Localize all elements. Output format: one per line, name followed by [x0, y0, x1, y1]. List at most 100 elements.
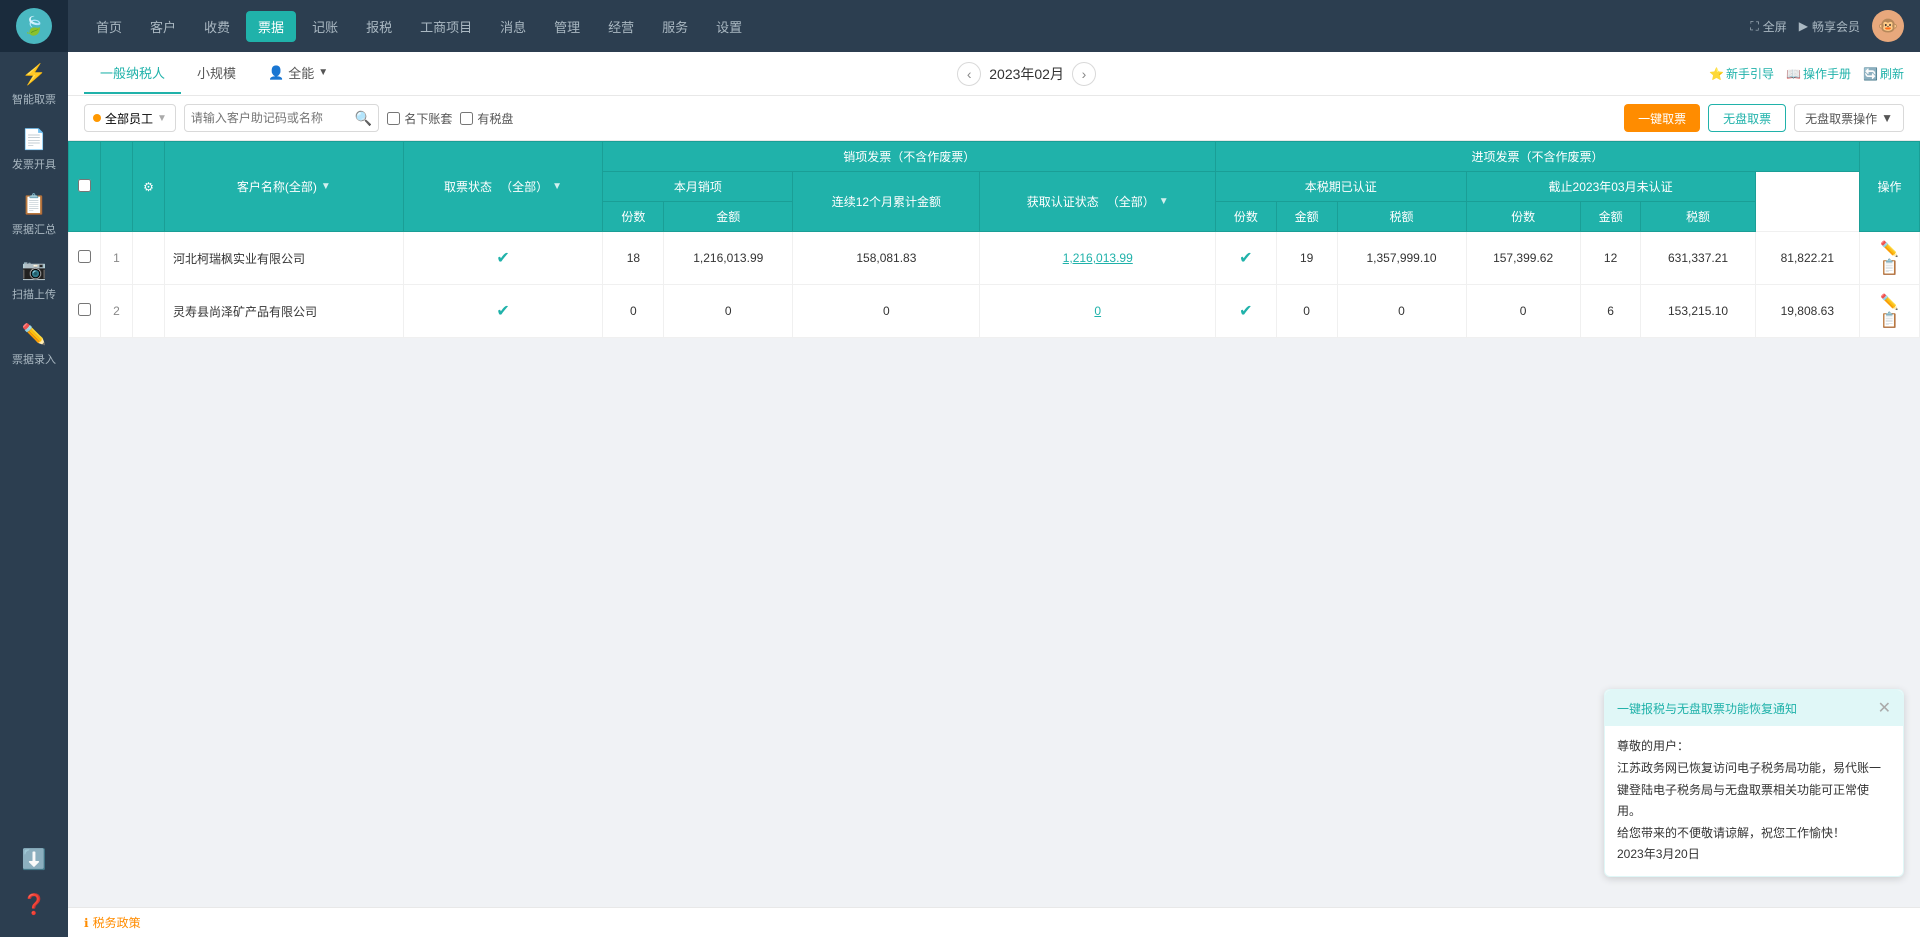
new-guide-button[interactable]: ⭐ 新手引导 — [1709, 65, 1774, 82]
th-customer-name: 客户名称(全部) ▼ — [165, 142, 404, 232]
manual-button[interactable]: 📖 操作手册 — [1786, 65, 1851, 82]
th-p-count1: 份数 — [1215, 202, 1276, 232]
sidebar-item-smart-fetch[interactable]: ⚡ 智能取票 — [0, 52, 68, 117]
next-month-button[interactable]: › — [1072, 62, 1096, 86]
fetch-status-filter-icon[interactable]: ▼ — [552, 181, 562, 192]
one-click-fetch-button[interactable]: 一键取票 — [1624, 104, 1700, 132]
th-cert-status: 获取认证状态（全部） ▼ — [980, 172, 1215, 232]
sidebar-item-issue-invoice[interactable]: 📄 发票开具 — [0, 117, 68, 182]
nav-message[interactable]: 消息 — [488, 11, 538, 42]
copy-icon[interactable]: 📋 — [1880, 259, 1899, 276]
cert-status-filter-icon[interactable]: ▼ — [1159, 196, 1169, 207]
data-entry-icon: ✏️ — [22, 322, 47, 347]
select-all-checkbox[interactable] — [78, 179, 91, 192]
th-checkbox — [69, 142, 101, 232]
row-s-tax: 158,081.83 — [793, 232, 980, 285]
row-p-count2: 12 — [1580, 232, 1641, 285]
row-p-tax2: 19,808.63 — [1755, 285, 1859, 338]
row-p-count1: 19 — [1276, 232, 1337, 285]
th-12months: 连续12个月累计金额 — [793, 172, 980, 232]
table-body: 1 河北柯瑞枫实业有限公司 ✔ 18 1,216,013.99 158,081.… — [69, 232, 1920, 338]
nav-settings[interactable]: 设置 — [704, 11, 754, 42]
no-disk-fetch-button[interactable]: 无盘取票 — [1708, 104, 1786, 132]
prev-month-button[interactable]: ‹ — [957, 62, 981, 86]
search-box: 🔍 — [184, 104, 379, 132]
dot-icon — [93, 114, 101, 122]
scan-upload-icon: 📷 — [22, 257, 47, 282]
member-button[interactable]: ▶ 畅享会员 — [1799, 18, 1860, 35]
nav-service[interactable]: 服务 — [650, 11, 700, 42]
refresh-button[interactable]: 🔄 刷新 — [1863, 65, 1904, 82]
notification-panel: 一键报税与无盘取票功能恢复通知 ✕ 尊敬的用户： 江苏政务网已恢复访问电子税务局… — [1604, 689, 1904, 877]
search-icon[interactable]: 🔍 — [355, 110, 372, 127]
checkbox-tax-disk[interactable]: 有税盘 — [460, 110, 513, 127]
nav-tax[interactable]: 报税 — [354, 11, 404, 42]
table-row: 2 灵寿县尚泽矿产品有限公司 ✔ 0 0 0 0 ✔ 0 0 0 6 153,2… — [69, 285, 1920, 338]
th-p-tax2: 税额 — [1641, 202, 1755, 232]
sidebar-item-label: 发票开具 — [12, 156, 56, 172]
help-icon: ❓ — [22, 892, 47, 917]
row-checkbox[interactable] — [69, 285, 101, 338]
nav-home[interactable]: 首页 — [84, 11, 134, 42]
sidebar-item-help[interactable]: ❓ — [0, 882, 68, 927]
guide-icon: ⭐ — [1709, 67, 1724, 81]
sidebar-item-invoice-summary[interactable]: 📋 票据汇总 — [0, 182, 68, 247]
avatar[interactable]: 🐵 — [1872, 10, 1904, 42]
row-p-amount1: 1,357,999.10 — [1337, 232, 1466, 285]
edit-icon[interactable]: ✏️ — [1880, 241, 1899, 258]
tax-policy-link[interactable]: ℹ 税务政策 — [84, 914, 141, 931]
th-actions: 操作 — [1860, 142, 1920, 232]
row-index: 1 — [101, 232, 133, 285]
notification-close-button[interactable]: ✕ — [1878, 698, 1891, 718]
nav-business[interactable]: 工商项目 — [408, 11, 484, 42]
smart-fetch-icon: ⚡ — [22, 62, 47, 87]
row-checkbox[interactable] — [69, 232, 101, 285]
refresh-icon: 🔄 — [1863, 67, 1878, 81]
nav-operation[interactable]: 经营 — [596, 11, 646, 42]
th-s-count: 份数 — [603, 202, 664, 232]
sidebar-item-download[interactable]: ⬇️ — [0, 837, 68, 882]
row-p-count1: 0 — [1276, 285, 1337, 338]
checkbox-account[interactable]: 名下账套 — [387, 110, 452, 127]
sidebar-item-label: 票据录入 — [12, 351, 56, 367]
row-s-amount: 0 — [664, 285, 793, 338]
row-actions: ✏️ 📋 — [1860, 232, 1920, 285]
sidebar-item-label: 智能取票 — [12, 91, 56, 107]
search-input[interactable] — [191, 111, 351, 125]
nav-bookkeeping[interactable]: 记账 — [300, 11, 350, 42]
no-disk-ops-button[interactable]: 无盘取票操作 ▼ — [1794, 104, 1904, 132]
nav-billing[interactable]: 收费 — [192, 11, 242, 42]
edit-icon[interactable]: ✏️ — [1880, 294, 1899, 311]
toolbar: 全部员工 ▼ 🔍 名下账套 有税盘 一键取票 无盘取票 无盘取票操作 ▼ — [68, 96, 1920, 141]
info-icon: ℹ — [84, 916, 89, 930]
tab-small-scale[interactable]: 小规模 — [181, 53, 252, 94]
fullscreen-button[interactable]: ⛶ 全屏 — [1750, 18, 1786, 35]
notification-body: 尊敬的用户： 江苏政务网已恢复访问电子税务局功能，易代账一键登陆电子税务局与无盘… — [1605, 726, 1903, 876]
th-s-amount: 金额 — [664, 202, 793, 232]
nav-manage[interactable]: 管理 — [542, 11, 592, 42]
row-p-tax2: 81,822.21 — [1755, 232, 1859, 285]
checkbox-tax-disk-input[interactable] — [460, 112, 473, 125]
tab-all[interactable]: 👤 全能 ▼ — [252, 53, 344, 94]
th-sales-invoice-group: 销项发票（不含作废票） — [603, 142, 1215, 172]
invoice-summary-icon: 📋 — [22, 192, 47, 217]
row-actions: ✏️ 📋 — [1860, 285, 1920, 338]
sidebar-item-data-entry[interactable]: ✏️ 票据录入 — [0, 312, 68, 377]
tab-general-taxpayer[interactable]: 一般纳税人 — [84, 53, 181, 94]
customer-filter-icon[interactable]: ▼ — [321, 181, 331, 192]
employee-select[interactable]: 全部员工 ▼ — [84, 104, 176, 132]
tab-bar: 一般纳税人 小规模 👤 全能 ▼ ‹ 2023年02月 › ⭐ 新手引导 📖 操… — [68, 52, 1920, 96]
person-icon: 👤 — [268, 65, 284, 81]
nav-invoice[interactable]: 票据 — [246, 11, 296, 42]
sidebar-item-scan-upload[interactable]: 📷 扫描上传 — [0, 247, 68, 312]
nav-customer[interactable]: 客户 — [138, 11, 188, 42]
copy-icon[interactable]: 📋 — [1880, 312, 1899, 329]
th-this-period-certified: 本税期已认证 — [1215, 172, 1466, 202]
th-fetch-status: 取票状态（全部） ▼ — [403, 142, 603, 232]
th-p-tax1: 税额 — [1337, 202, 1466, 232]
notification-text: 尊敬的用户： 江苏政务网已恢复访问电子税务局功能，易代账一键登陆电子税务局与无盘… — [1617, 736, 1891, 866]
th-p-count2: 份数 — [1466, 202, 1580, 232]
row-settings — [133, 285, 165, 338]
checkbox-account-input[interactable] — [387, 112, 400, 125]
th-index — [101, 142, 133, 232]
